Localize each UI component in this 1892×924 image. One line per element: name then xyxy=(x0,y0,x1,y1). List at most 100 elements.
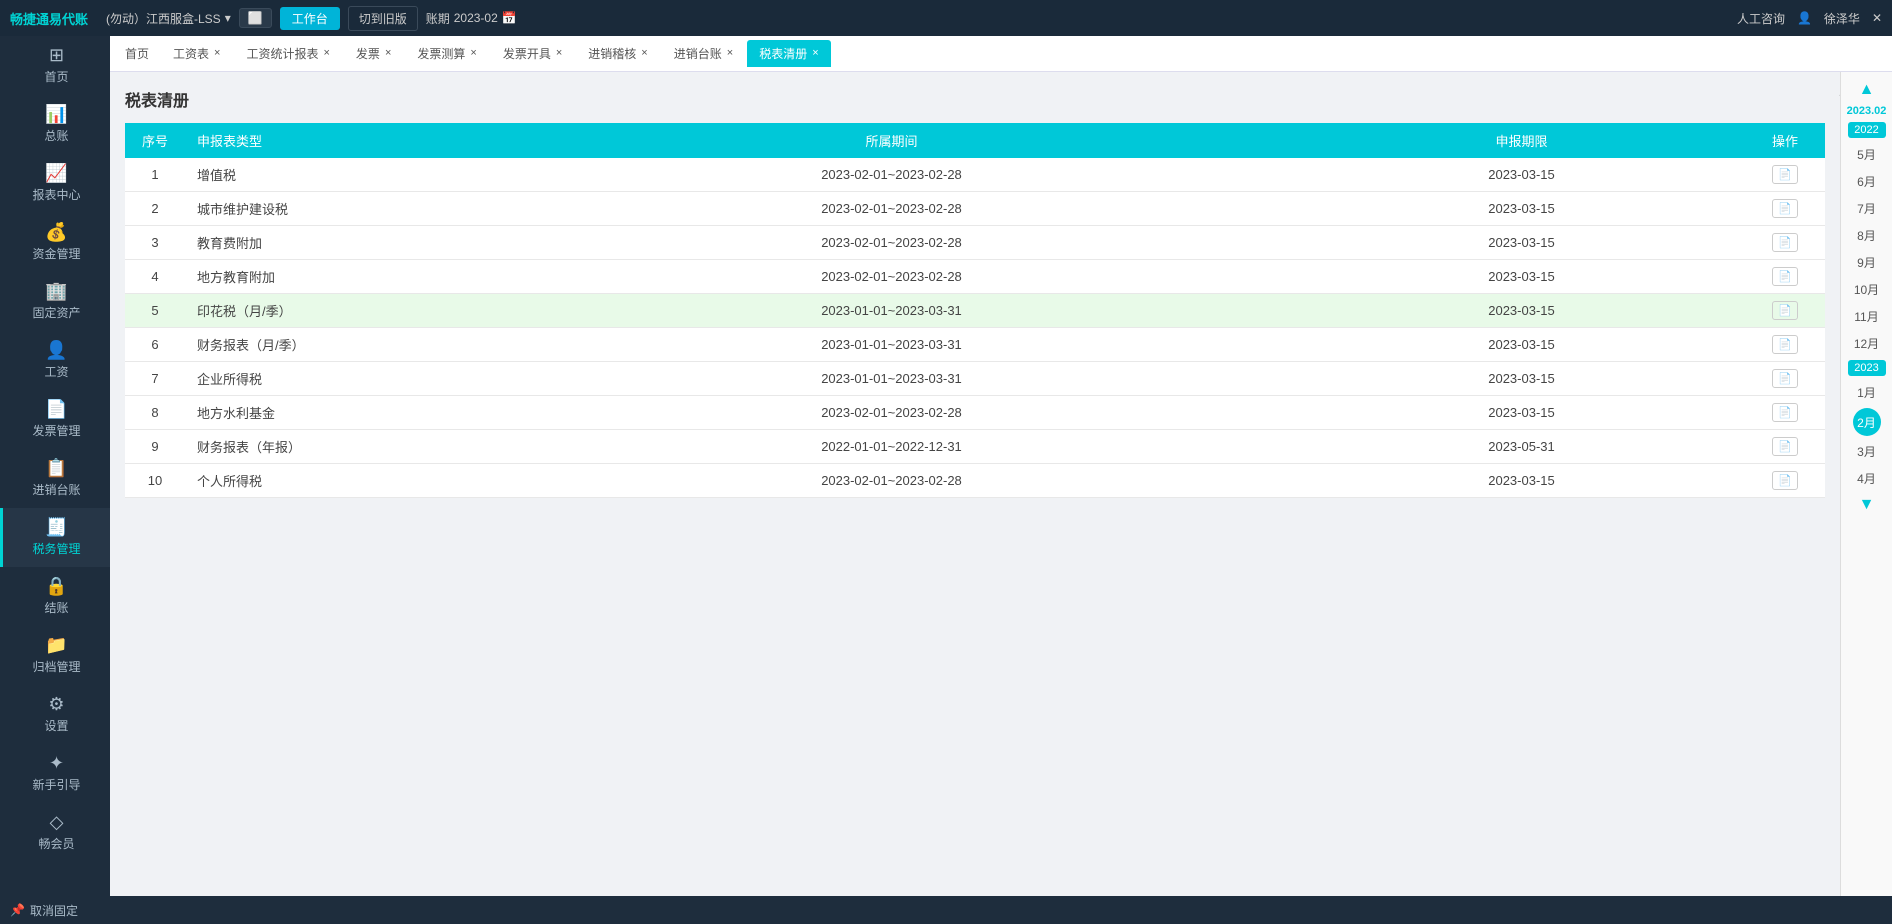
user-name[interactable]: 徐泽华 xyxy=(1824,10,1860,27)
sidebar: ⊞ 首页 📊 总账 📈 报表中心 💰 资金管理 🏢 固定资产 👤 工资 📄 发票… xyxy=(0,36,110,896)
tab-home[interactable]: 首页 xyxy=(115,40,159,67)
sidebar-item-invoice[interactable]: 📄 发票管理 xyxy=(0,390,110,449)
timeline-prev-year: 2022 xyxy=(1848,122,1886,138)
sidebar-item-report[interactable]: 📈 报表中心 xyxy=(0,154,110,213)
sidebar-item-settings[interactable]: ⚙ 设置 xyxy=(0,685,110,744)
copy-icon-btn[interactable]: ⬜ xyxy=(239,8,272,28)
cell-type: 个人所得税 xyxy=(185,464,485,498)
timeline-feb[interactable]: 2月 xyxy=(1853,408,1881,436)
sidebar-item-home[interactable]: ⊞ 首页 xyxy=(0,36,110,95)
cell-action[interactable]: 📄 xyxy=(1745,192,1825,226)
tab-invoice-open[interactable]: 发票开具 × xyxy=(491,40,574,67)
sidebar-item-home-label: 首页 xyxy=(44,68,68,85)
cell-action[interactable]: 📄 xyxy=(1745,294,1825,328)
table-row: 4 地方教育附加 2023-02-01~2023-02-28 2023-03-1… xyxy=(125,260,1825,294)
sidebar-item-purchase[interactable]: 📋 进销台账 xyxy=(0,449,110,508)
salary-icon: 👤 xyxy=(45,341,67,359)
sidebar-item-salary-label: 工资 xyxy=(44,363,68,380)
bottom-bar[interactable]: 📌 取消固定 xyxy=(0,896,1892,924)
cell-deadline: 2023-03-15 xyxy=(1298,362,1745,396)
tab-salary-close[interactable]: × xyxy=(214,48,220,59)
sidebar-item-archive[interactable]: 📁 归档管理 xyxy=(0,626,110,685)
workspace-btn[interactable]: 工作台 xyxy=(280,7,340,30)
cell-action[interactable]: 📄 xyxy=(1745,430,1825,464)
action-btn[interactable]: 📄 xyxy=(1772,165,1798,184)
action-btn[interactable]: 📄 xyxy=(1772,335,1798,354)
tax-icon: 🧾 xyxy=(45,518,67,536)
action-btn[interactable]: 📄 xyxy=(1772,437,1798,456)
action-btn[interactable]: 📄 xyxy=(1772,199,1798,218)
timeline-aug[interactable]: 8月 xyxy=(1841,222,1892,249)
archive-icon: 📁 xyxy=(45,636,67,654)
action-btn[interactable]: 📄 xyxy=(1772,471,1798,490)
purchase-icon: 📋 xyxy=(45,459,67,477)
cell-type: 增值税 xyxy=(185,158,485,192)
tab-invoice-open-close[interactable]: × xyxy=(556,48,562,59)
top-bar: 畅捷通易代账 (勿动）江西服盒-LSS ▾ ⬜ 工作台 切到旧版 账期 2023… xyxy=(0,0,1892,36)
timeline-jul[interactable]: 7月 xyxy=(1841,195,1892,222)
action-btn[interactable]: 📄 xyxy=(1772,403,1798,422)
tab-purchase-ledger[interactable]: 进销台账 × xyxy=(662,40,745,67)
tab-tax-clear-close[interactable]: × xyxy=(812,48,818,59)
ai-consult-btn[interactable]: 人工咨询 xyxy=(1737,10,1785,27)
fixed-icon: 🏢 xyxy=(45,282,67,300)
table-row: 9 财务报表（年报） 2022-01-01~2022-12-31 2023-05… xyxy=(125,430,1825,464)
cell-action[interactable]: 📄 xyxy=(1745,260,1825,294)
tab-tax-clear[interactable]: 税表清册 × xyxy=(747,40,830,67)
switch-old-btn[interactable]: 切到旧版 xyxy=(348,6,418,31)
timeline-up-btn[interactable]: ▲ xyxy=(1855,77,1879,103)
tab-invoice-close[interactable]: × xyxy=(385,48,391,59)
tab-salary-stat-close[interactable]: × xyxy=(323,48,329,59)
cell-action[interactable]: 📄 xyxy=(1745,226,1825,260)
close-window-btn[interactable]: ✕ xyxy=(1872,11,1882,25)
timeline-jun[interactable]: 6月 xyxy=(1841,168,1892,195)
action-btn[interactable]: 📄 xyxy=(1772,267,1798,286)
cell-action[interactable]: 📄 xyxy=(1745,464,1825,498)
tab-salary-stat[interactable]: 工资统计报表 × xyxy=(234,40,341,67)
sidebar-item-ledger[interactable]: 📊 总账 xyxy=(0,95,110,154)
table-row: 2 城市维护建设税 2023-02-01~2023-02-28 2023-03-… xyxy=(125,192,1825,226)
cell-period: 2023-01-01~2023-03-31 xyxy=(485,362,1298,396)
cell-deadline: 2023-03-15 xyxy=(1298,226,1745,260)
cell-no: 2 xyxy=(125,192,185,226)
calendar-icon[interactable]: 📅 xyxy=(502,11,517,25)
cell-deadline: 2023-03-15 xyxy=(1298,260,1745,294)
sidebar-item-guide[interactable]: ✦ 新手引导 xyxy=(0,744,110,803)
tab-invoice[interactable]: 发票 × xyxy=(344,40,403,67)
col-action: 操作 xyxy=(1745,123,1825,158)
action-btn[interactable]: 📄 xyxy=(1772,369,1798,388)
sidebar-item-fund[interactable]: 💰 资金管理 xyxy=(0,213,110,272)
company-dropdown-icon[interactable]: ▾ xyxy=(225,11,231,25)
sidebar-item-close[interactable]: 🔒 结账 xyxy=(0,567,110,626)
cell-action[interactable]: 📄 xyxy=(1745,396,1825,430)
action-btn[interactable]: 📄 xyxy=(1772,301,1798,320)
tab-invoice-calc-close[interactable]: × xyxy=(470,48,476,59)
cell-action[interactable]: 📄 xyxy=(1745,328,1825,362)
cell-period: 2023-02-01~2023-02-28 xyxy=(485,226,1298,260)
timeline-apr[interactable]: 4月 xyxy=(1841,465,1892,492)
cell-action[interactable]: 📄 xyxy=(1745,158,1825,192)
tab-purchase-check-close[interactable]: × xyxy=(641,48,647,59)
tab-invoice-calc[interactable]: 发票测算 × xyxy=(405,40,488,67)
sidebar-item-salary[interactable]: 👤 工资 xyxy=(0,331,110,390)
timeline-jan[interactable]: 1月 xyxy=(1841,379,1892,406)
sidebar-item-settings-label: 设置 xyxy=(44,717,68,734)
sidebar-item-member[interactable]: ◇ 畅会员 xyxy=(0,803,110,862)
timeline-mar[interactable]: 3月 xyxy=(1841,438,1892,465)
cell-action[interactable]: 📄 xyxy=(1745,362,1825,396)
timeline-may[interactable]: 5月 xyxy=(1841,141,1892,168)
timeline-sep[interactable]: 9月 xyxy=(1841,249,1892,276)
timeline-nov[interactable]: 11月 xyxy=(1841,303,1892,330)
cell-deadline: 2023-03-15 xyxy=(1298,192,1745,226)
sidebar-item-tax[interactable]: 🧾 税务管理 xyxy=(0,508,110,567)
timeline-oct[interactable]: 10月 xyxy=(1841,276,1892,303)
timeline-dec[interactable]: 12月 xyxy=(1841,330,1892,357)
tab-salary[interactable]: 工资表 × xyxy=(161,40,232,67)
company-selector[interactable]: (勿动）江西服盒-LSS ▾ xyxy=(106,10,231,27)
tab-purchase-ledger-close[interactable]: × xyxy=(727,48,733,59)
timeline-down-btn[interactable]: ▼ xyxy=(1855,492,1879,518)
tab-purchase-check[interactable]: 进销稽核 × xyxy=(576,40,659,67)
cell-deadline: 2023-03-15 xyxy=(1298,158,1745,192)
sidebar-item-fixed[interactable]: 🏢 固定资产 xyxy=(0,272,110,331)
action-btn[interactable]: 📄 xyxy=(1772,233,1798,252)
